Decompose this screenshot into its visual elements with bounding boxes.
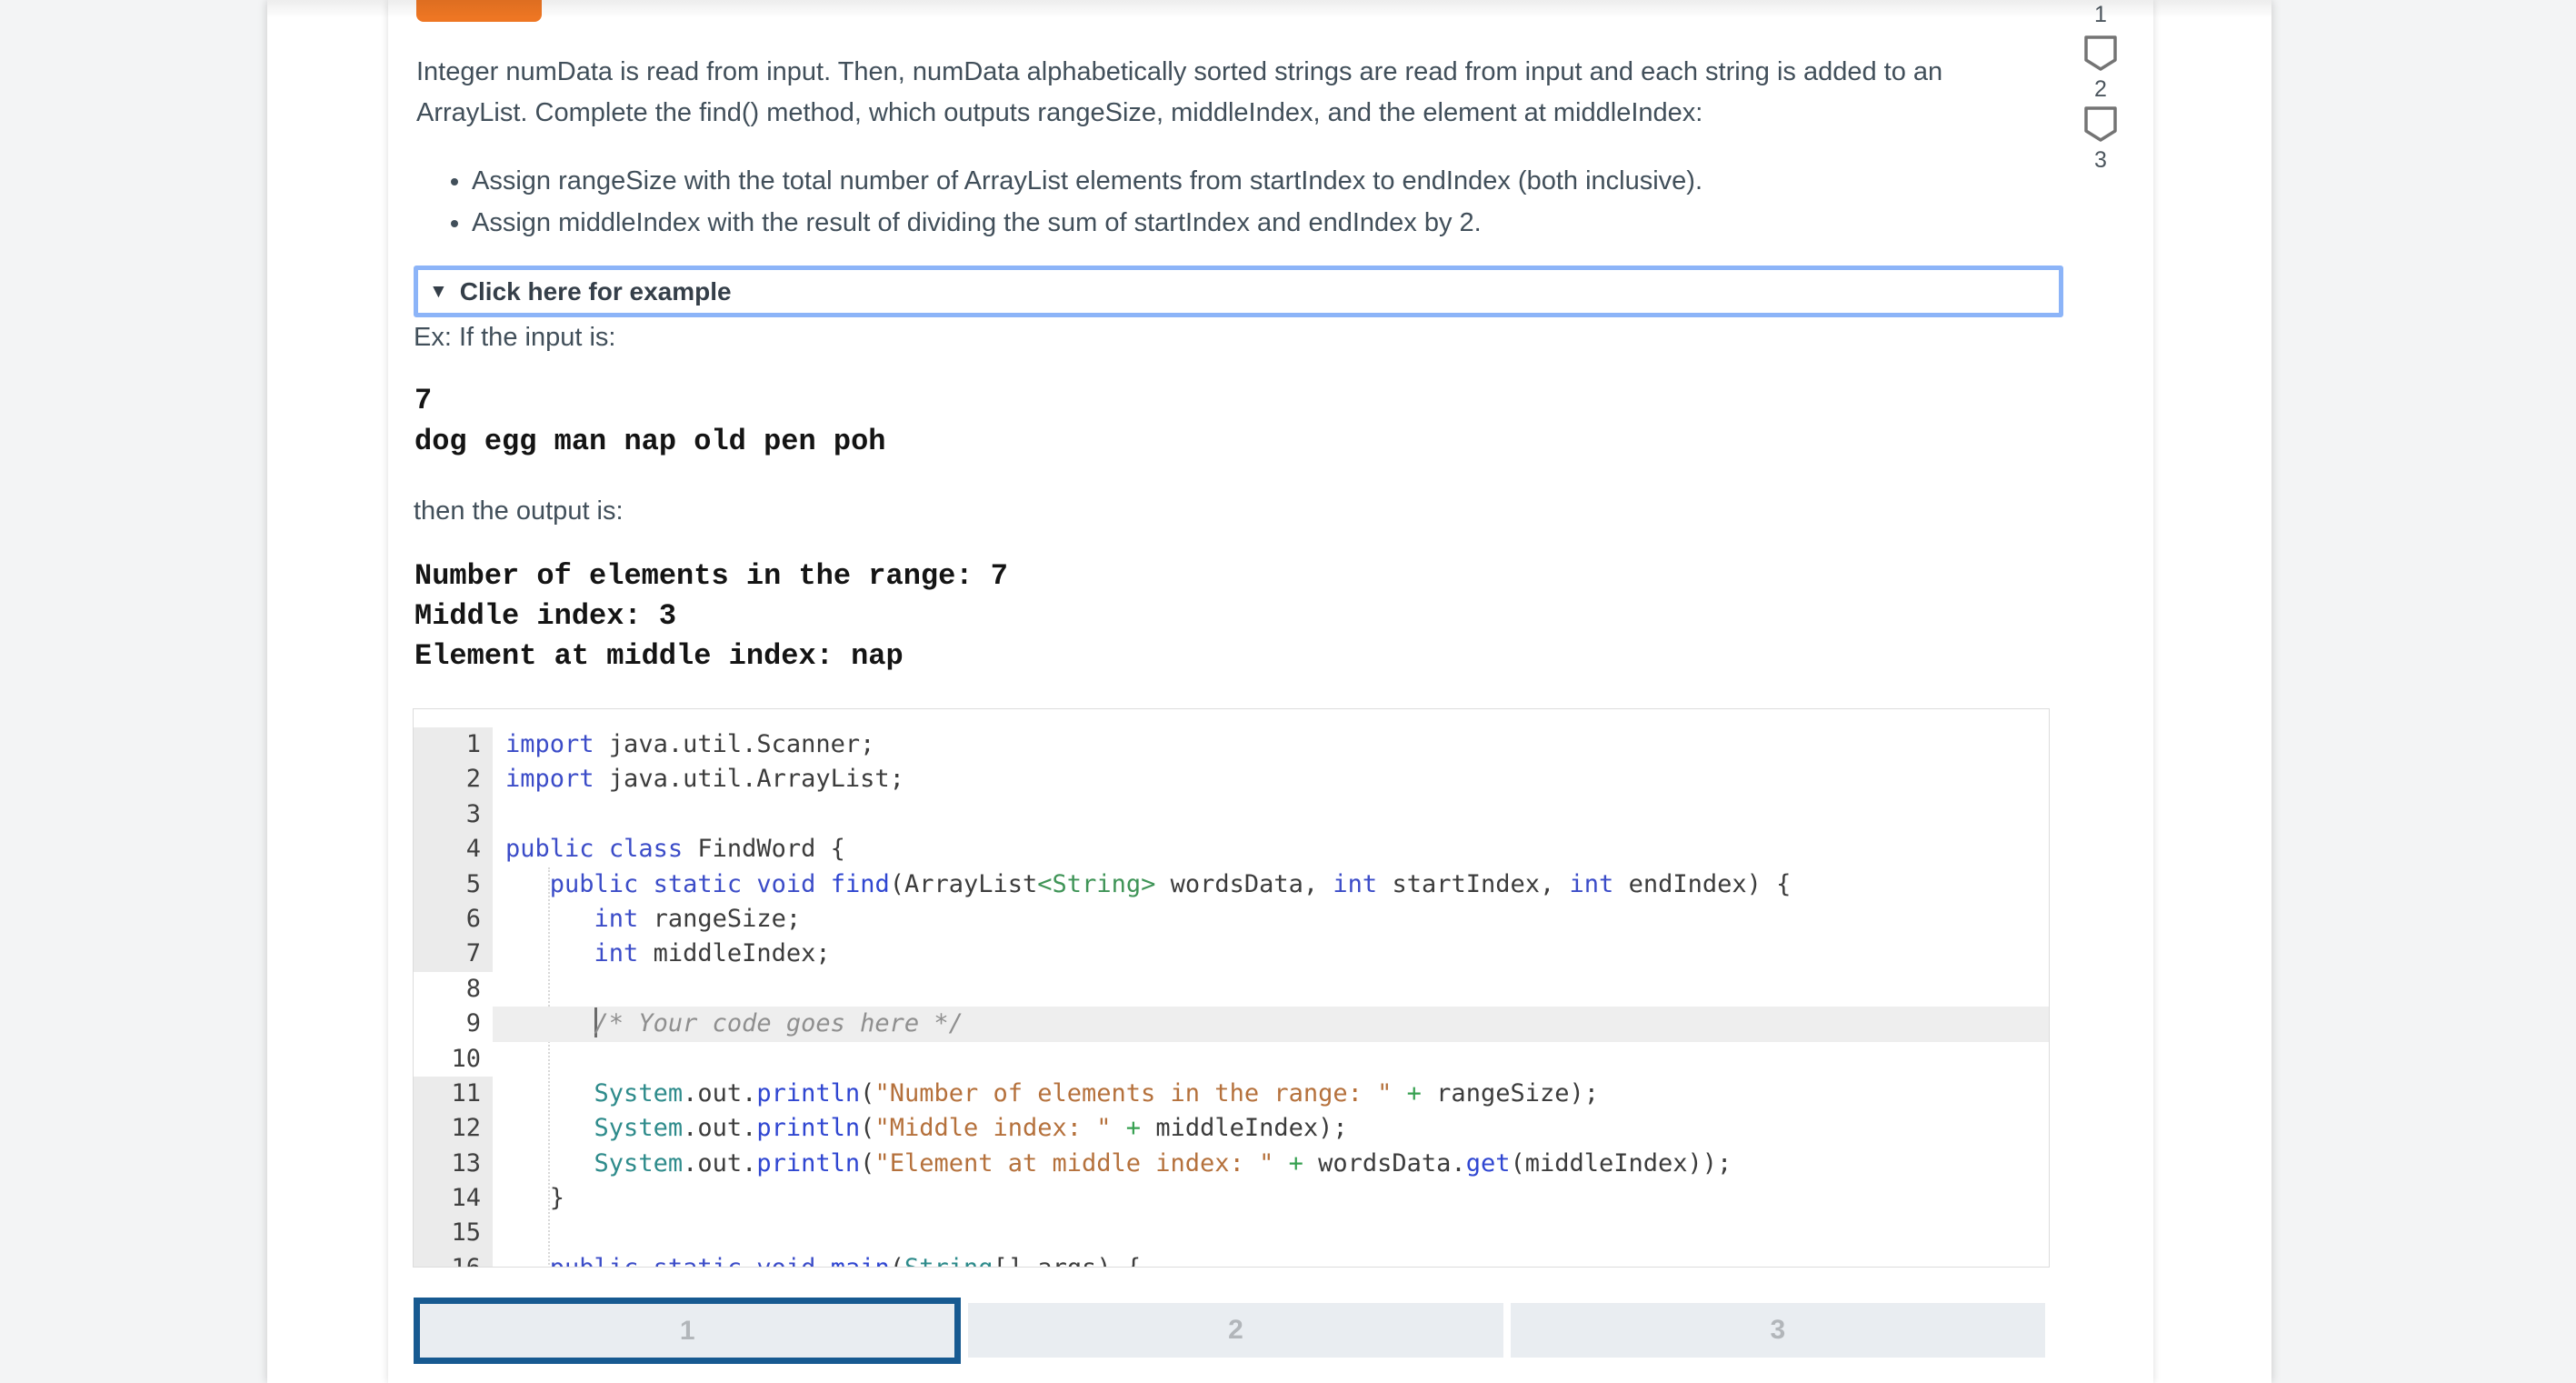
code-line: 11 System.out.println("Number of element… [414,1077,2049,1111]
problem-statement: Integer numData is read from input. Then… [416,52,2057,134]
code-line: 10 [414,1042,2049,1077]
line-number: 9 [414,1007,493,1041]
code-line: 3 [414,797,2049,832]
line-number: 7 [414,937,493,971]
code-line-text [493,1042,2049,1077]
line-number: 1 [414,727,493,762]
code-editor-rows: 1import java.util.Scanner;2import java.u… [414,709,2049,1268]
line-number: 6 [414,902,493,937]
code-line: 6 int rangeSize; [414,902,2049,937]
code-line: 12 System.out.println("Middle index: " +… [414,1111,2049,1146]
line-number: 16 [414,1251,493,1268]
code-editor[interactable]: 1import java.util.Scanner;2import java.u… [413,708,2050,1268]
code-line: 15 [414,1216,2049,1250]
bookmark-label-3: 3 [2082,147,2119,174]
active-code-line-text: /* Your code goes here */ [493,1007,2049,1041]
code-line-text: System.out.println("Middle index: " + mi… [493,1111,2049,1146]
code-line: 8 [414,972,2049,1007]
code-line: 16 public static void main(String[] args… [414,1251,2049,1268]
code-line: 14 } [414,1181,2049,1216]
code-line: 9 /* Your code goes here */ [414,1007,2049,1041]
page-tab-3[interactable]: 3 [1511,1303,2045,1358]
code-line-text: System.out.println("Number of elements i… [493,1077,2049,1111]
bookmark-icon[interactable] [2082,35,2119,71]
line-number: 14 [414,1181,493,1216]
code-line-text: System.out.println("Element at middle in… [493,1147,2049,1181]
code-line-text: int rangeSize; [493,902,2049,937]
line-number: 15 [414,1216,493,1250]
code-line-text: public class FindWord { [493,832,2049,867]
bookmark-label-1: 1 [2082,2,2119,28]
pagination: 123 [414,1298,2045,1364]
code-line-text: import java.util.ArrayList; [493,762,2049,797]
code-line-text [493,797,2049,832]
code-line: 2import java.util.ArrayList; [414,762,2049,797]
bookmark-label-2: 2 [2082,76,2119,103]
code-line: 4public class FindWord { [414,832,2049,867]
code-line-text: int middleIndex; [493,937,2049,971]
line-number: 4 [414,832,493,867]
example-output-intro: then the output is: [414,496,624,526]
line-number: 2 [414,762,493,797]
code-line: 5 public static void find(ArrayList<Stri… [414,867,2049,902]
line-number: 11 [414,1077,493,1111]
challenge-activity-card: Integer numData is read from input. Then… [388,0,2153,1383]
code-line-text: import java.util.Scanner; [493,727,2049,762]
code-line: 13 System.out.println("Element at middle… [414,1147,2049,1181]
challenge-activity-badge [416,0,542,22]
line-number: 5 [414,867,493,902]
code-line: 7 int middleIndex; [414,937,2049,971]
caret-down-icon: ▼ [429,281,448,303]
code-line-text [493,1216,2049,1250]
example-toggle-button[interactable]: ▼ Click here for example [414,266,2063,317]
line-number: 3 [414,797,493,832]
bullet-item: Assign middleIndex with the result of di… [472,202,2044,244]
page-tab-2[interactable]: 2 [968,1303,1503,1358]
code-line-text: public static void main(String[] args) { [493,1251,2049,1268]
example-input-block: 7 dog egg man nap old pen poh [414,380,885,462]
bookmark-icon[interactable] [2082,105,2119,142]
code-line: 1import java.util.Scanner; [414,727,2049,762]
bullet-item: Assign rangeSize with the total number o… [472,160,2044,202]
code-line-text [493,972,2049,1007]
problem-bullets: Assign rangeSize with the total number o… [444,160,2044,244]
content-column: Integer numData is read from input. Then… [267,0,2271,1383]
line-number: 12 [414,1111,493,1146]
line-number: 10 [414,1042,493,1077]
line-number: 8 [414,972,493,1007]
line-number: 13 [414,1147,493,1181]
example-output-block: Number of elements in the range: 7 Middl… [414,556,1008,676]
page-tab-1[interactable]: 1 [414,1298,961,1364]
code-line-text: } [493,1181,2049,1216]
example-toggle-label: Click here for example [460,277,732,306]
code-line-text: public static void find(ArrayList<String… [493,867,2049,902]
example-input-intro: Ex: If the input is: [414,323,615,353]
